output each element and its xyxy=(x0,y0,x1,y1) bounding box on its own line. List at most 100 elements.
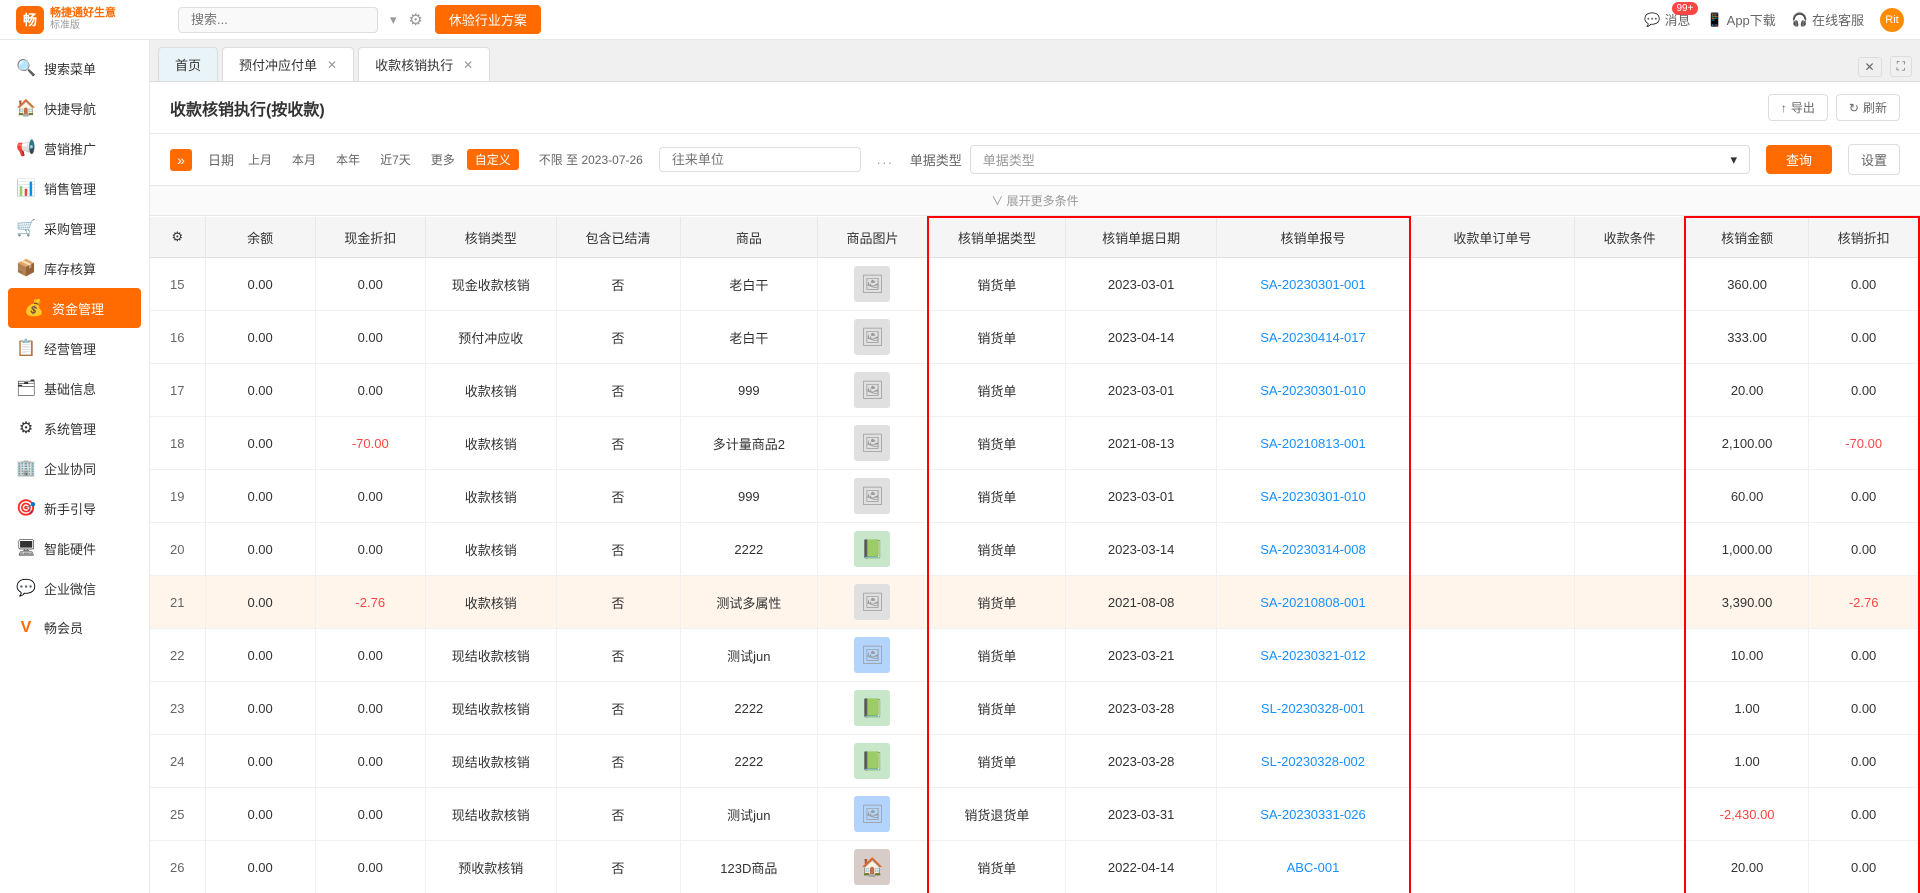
cell-id: 15 xyxy=(150,258,205,311)
sidebar-item-quicknav[interactable]: 🏠 快捷导航 xyxy=(0,88,149,128)
home-icon: 🏠 xyxy=(16,98,36,118)
industry-solution-btn[interactable]: 休验行业方案 xyxy=(435,5,541,34)
cell-goods-image: 🖼 xyxy=(818,629,928,682)
cell-id: 24 xyxy=(150,735,205,788)
sidebar-item-operations[interactable]: 📋 经营管理 xyxy=(0,328,149,368)
cell-bill-number[interactable]: SA-20230414-017 xyxy=(1217,311,1410,364)
sidebar-item-enterprise[interactable]: 🏢 企业协同 xyxy=(0,448,149,488)
cell-bill-number[interactable]: SA-20230301-010 xyxy=(1217,364,1410,417)
cell-bill-number[interactable]: SA-20230321-012 xyxy=(1217,629,1410,682)
cell-include-settled: 否 xyxy=(556,364,680,417)
cell-bill-number[interactable]: SA-20230301-001 xyxy=(1217,258,1410,311)
operations-icon: 📋 xyxy=(16,338,36,358)
cell-receipt-condition xyxy=(1575,417,1685,470)
cell-bill-report-type: 销货单 xyxy=(928,735,1066,788)
top-bar-right: 💬 消息 99+ 📱 App下载 🎧 在线客服 Rit xyxy=(1644,8,1904,32)
cell-receipt-condition xyxy=(1575,629,1685,682)
top-search-input[interactable] xyxy=(178,7,378,33)
cell-remainder: 0.00 xyxy=(205,788,315,841)
sidebar-item-search[interactable]: 🔍 搜索菜单 xyxy=(0,48,149,88)
cell-writeoff-discount: 0.00 xyxy=(1809,470,1919,523)
date-more[interactable]: 更多 xyxy=(423,149,463,170)
app-download-btn[interactable]: 📱 App下载 xyxy=(1706,10,1775,29)
sidebar-item-hardware[interactable]: 🖥 智能硬件 xyxy=(0,528,149,568)
date-last-month[interactable]: 上月 xyxy=(240,149,280,170)
cell-bill-number[interactable]: SA-20210808-001 xyxy=(1217,576,1410,629)
cell-include-settled: 否 xyxy=(556,629,680,682)
cell-writeoff-discount: 0.00 xyxy=(1809,258,1919,311)
tab-writeoff-label: 收款核销执行 xyxy=(375,55,453,74)
cell-cash-discount: 0.00 xyxy=(315,788,425,841)
date-this-year[interactable]: 本年 xyxy=(328,149,368,170)
col-gear[interactable]: ⚙ xyxy=(150,217,205,258)
date-this-month[interactable]: 本月 xyxy=(284,149,324,170)
dropdown-icon: ▾ xyxy=(1730,152,1737,168)
from-unit-input[interactable] xyxy=(659,147,861,172)
cell-goods: 测试多属性 xyxy=(680,576,818,629)
sidebar-item-purchase[interactable]: 🛒 采购管理 xyxy=(0,208,149,248)
cell-bill-number[interactable]: SL-20230328-002 xyxy=(1217,735,1410,788)
tab-close-all-btn[interactable]: ✕ xyxy=(1858,57,1882,77)
sidebar-item-label: 销售管理 xyxy=(44,179,96,198)
table-row: 25 0.00 0.00 现结收款核销 否 测试jun 🖼 销货退货单 2023… xyxy=(150,788,1919,841)
cell-goods: 999 xyxy=(680,364,818,417)
export-btn[interactable]: ↑ 导出 xyxy=(1768,94,1828,121)
cell-receipt-condition xyxy=(1575,576,1685,629)
cell-writeoff-discount: 0.00 xyxy=(1809,735,1919,788)
messages-btn[interactable]: 💬 消息 99+ xyxy=(1644,10,1690,29)
sidebar-item-guide[interactable]: 🎯 新手引导 xyxy=(0,488,149,528)
thumbnail: 📗 xyxy=(854,531,890,567)
filter-toggle-btn[interactable]: » xyxy=(170,149,192,171)
cell-writeoff-type: 收款核销 xyxy=(425,417,556,470)
date-range-text: 不限 至 2023-07-26 xyxy=(539,151,643,168)
header-actions: ↑ 导出 ↻ 刷新 xyxy=(1768,94,1900,133)
table-settings-btn[interactable]: 设置 xyxy=(1848,144,1900,175)
sidebar-item-member[interactable]: V 畅会员 xyxy=(0,608,149,647)
sidebar-item-system[interactable]: ⚙ 系统管理 xyxy=(0,408,149,448)
date-custom[interactable]: 自定义 xyxy=(467,149,519,170)
cell-receipt-order xyxy=(1410,258,1575,311)
cell-bill-report-date: 2023-03-01 xyxy=(1065,364,1216,417)
cell-bill-number[interactable]: SA-20230314-008 xyxy=(1217,523,1410,576)
bill-type-select[interactable]: 单据类型 ▾ xyxy=(970,145,1750,174)
tab-prepay-label: 预付冲应付单 xyxy=(239,55,317,74)
expand-bar: ∨ 展开更多条件 xyxy=(150,186,1920,216)
query-btn[interactable]: 查询 xyxy=(1766,145,1832,174)
sidebar-item-basic[interactable]: 🗂 基础信息 xyxy=(0,368,149,408)
table-row: 22 0.00 0.00 现结收款核销 否 测试jun 🖼 销货单 2023-0… xyxy=(150,629,1919,682)
tab-prepay[interactable]: 预付冲应付单 ✕ xyxy=(222,47,354,81)
cell-writeoff-type: 现结收款核销 xyxy=(425,735,556,788)
funds-icon: 💰 xyxy=(24,298,44,318)
sidebar-item-sales[interactable]: 📊 销售管理 xyxy=(0,168,149,208)
sidebar-item-wechat[interactable]: 💬 企业微信 xyxy=(0,568,149,608)
tab-writeoff-close[interactable]: ✕ xyxy=(463,58,473,72)
tab-writeoff[interactable]: 收款核销执行 ✕ xyxy=(358,47,490,81)
expand-conditions-link[interactable]: ∨ 展开更多条件 xyxy=(991,194,1078,208)
date-7days[interactable]: 近7天 xyxy=(372,149,419,170)
sidebar-item-funds[interactable]: 💰 资金管理 xyxy=(8,288,141,328)
online-service-btn[interactable]: 🎧 在线客服 xyxy=(1792,10,1864,29)
cell-remainder: 0.00 xyxy=(205,841,315,893)
settings-gear-icon[interactable]: ⚙ xyxy=(409,10,423,30)
tab-fullscreen-btn[interactable]: ⛶ xyxy=(1890,56,1912,77)
top-bar: 畅 畅捷通好生意 标准版 ▾ ⚙ 休验行业方案 💬 消息 99+ 📱 App下载… xyxy=(0,0,1920,40)
search-dropdown-icon[interactable]: ▾ xyxy=(390,12,397,28)
cell-goods: 多计量商品2 xyxy=(680,417,818,470)
cell-cash-discount: 0.00 xyxy=(315,523,425,576)
cell-bill-number[interactable]: SL-20230328-001 xyxy=(1217,682,1410,735)
tab-prepay-close[interactable]: ✕ xyxy=(327,58,337,72)
cell-receipt-condition xyxy=(1575,682,1685,735)
cell-bill-number[interactable]: SA-20230301-010 xyxy=(1217,470,1410,523)
sidebar-item-marketing[interactable]: 📢 营销推广 xyxy=(0,128,149,168)
tab-home[interactable]: 首页 xyxy=(158,47,218,81)
cell-writeoff-amount: 333.00 xyxy=(1685,311,1809,364)
cell-bill-number[interactable]: ABC-001 xyxy=(1217,841,1410,893)
cell-bill-number[interactable]: SA-20230331-026 xyxy=(1217,788,1410,841)
cell-cash-discount: 0.00 xyxy=(315,735,425,788)
cell-bill-number[interactable]: SA-20210813-001 xyxy=(1217,417,1410,470)
refresh-btn[interactable]: ↻ 刷新 xyxy=(1836,94,1900,121)
col-remainder: 余额 xyxy=(205,217,315,258)
cell-bill-report-date: 2023-03-21 xyxy=(1065,629,1216,682)
sidebar-item-inventory[interactable]: 📦 库存核算 xyxy=(0,248,149,288)
user-avatar[interactable]: Rit xyxy=(1880,8,1904,32)
